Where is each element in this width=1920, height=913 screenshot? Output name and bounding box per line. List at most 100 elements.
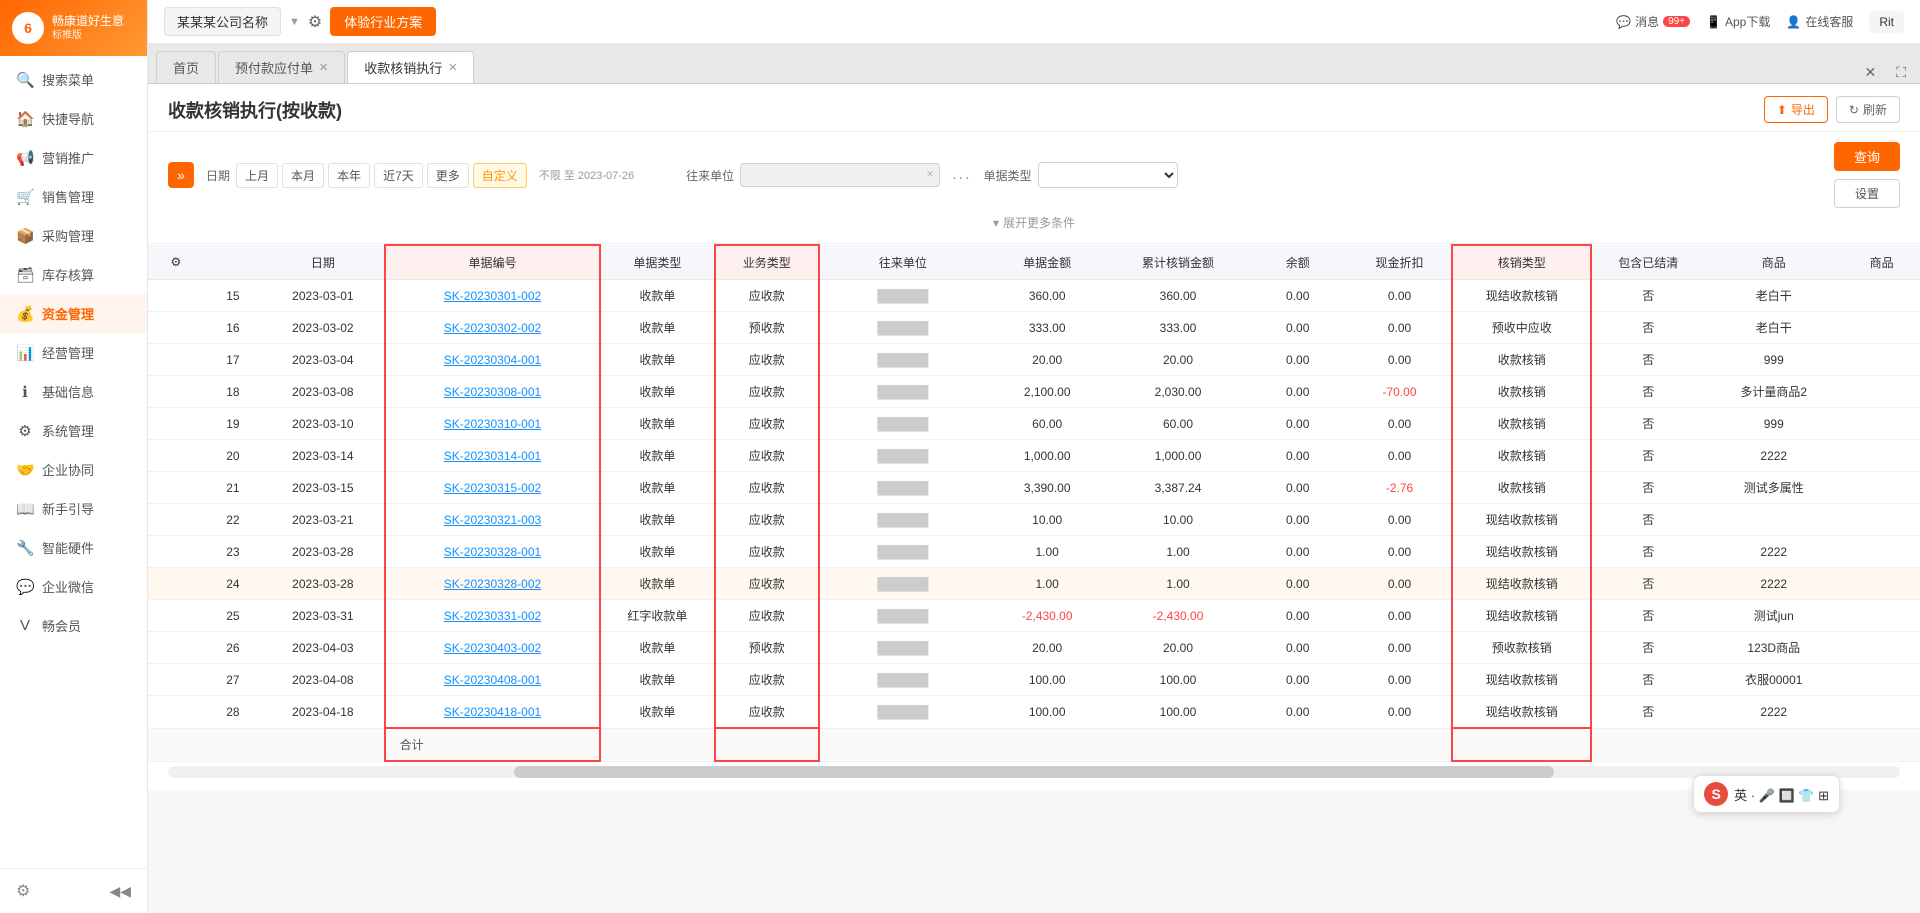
sidebar-item-quicknav[interactable]: 🏠 快捷导航 xyxy=(0,99,147,138)
td-partner: ██████ xyxy=(819,632,986,664)
td-singleno[interactable]: SK-20230418-001 xyxy=(385,696,601,729)
voucher-type-select[interactable] xyxy=(1038,162,1178,188)
sidebar-item-operations[interactable]: 📊 经营管理 xyxy=(0,333,147,372)
td-goods: 老白干 xyxy=(1704,312,1843,344)
tab-close-all[interactable]: ✕ xyxy=(1858,62,1882,83)
table-row: 212023-03-15SK-20230315-002收款单应收款██████3… xyxy=(148,472,1920,504)
singleno-link[interactable]: SK-20230314-001 xyxy=(444,449,541,463)
tab-receipt-close[interactable]: ✕ xyxy=(448,61,457,74)
date-btn-this-month[interactable]: 本月 xyxy=(282,163,324,188)
td-singleno[interactable]: SK-20230403-002 xyxy=(385,632,601,664)
tab-prepay[interactable]: 预付款应付单 ✕ xyxy=(218,51,345,83)
date-btn-prev-month[interactable]: 上月 xyxy=(236,163,278,188)
td-singleno[interactable]: SK-20230328-002 xyxy=(385,568,601,600)
enterprise-icon: 🤝 xyxy=(16,461,34,479)
td-verifytype xyxy=(1452,728,1591,761)
td-cumverify: 2,030.00 xyxy=(1108,376,1247,408)
td-partner: ██████ xyxy=(819,664,986,696)
singleno-link[interactable]: SK-20230328-002 xyxy=(444,577,541,591)
sidebar-item-finance[interactable]: 💰 资金管理 xyxy=(0,294,147,333)
filter-dots[interactable]: ... xyxy=(952,166,971,184)
td-singletype: 收款单 xyxy=(600,664,714,696)
user-name[interactable]: Rit xyxy=(1869,11,1904,33)
sidebar-item-enterprise[interactable]: 🤝 企业协同 xyxy=(0,450,147,489)
company-name[interactable]: 某某某公司名称 xyxy=(164,7,281,36)
singleno-link[interactable]: SK-20230328-001 xyxy=(444,545,541,559)
partner-input[interactable] xyxy=(740,163,940,187)
singleno-link[interactable]: SK-20230408-001 xyxy=(444,673,541,687)
query-button[interactable]: 查询 xyxy=(1834,142,1900,171)
singleno-link[interactable]: SK-20230403-002 xyxy=(444,641,541,655)
td-singleno[interactable]: SK-20230304-001 xyxy=(385,344,601,376)
dropdown-icon[interactable]: ▼ xyxy=(289,16,300,28)
td-goods2 xyxy=(1843,376,1920,408)
date-btn-custom[interactable]: 自定义 xyxy=(473,163,527,188)
app-download-item[interactable]: 📱 App下载 xyxy=(1706,13,1770,30)
sidebar-item-guide[interactable]: 📖 新手引导 xyxy=(0,489,147,528)
singleno-link[interactable]: SK-20230301-002 xyxy=(444,289,541,303)
singleno-link[interactable]: SK-20230418-001 xyxy=(444,705,541,719)
sidebar-item-sales[interactable]: 🛒 销售管理 xyxy=(0,177,147,216)
sidebar-item-purchase[interactable]: 📦 采购管理 xyxy=(0,216,147,255)
date-btn-more[interactable]: 更多 xyxy=(427,163,469,188)
td-singleno[interactable]: SK-20230302-002 xyxy=(385,312,601,344)
td-goods2 xyxy=(1843,344,1920,376)
expand-more-btn[interactable]: ▾ 展开更多条件 xyxy=(168,208,1900,233)
sidebar-item-label: 系统管理 xyxy=(42,421,94,440)
sidebar-item-basic[interactable]: ℹ 基础信息 xyxy=(0,372,147,411)
sidebar-item-marketing[interactable]: 📢 营销推广 xyxy=(0,138,147,177)
filter-settings-button[interactable]: 设置 xyxy=(1834,179,1900,208)
td-amount: 1,000.00 xyxy=(986,440,1108,472)
singleno-link[interactable]: SK-20230321-003 xyxy=(444,513,541,527)
topbar-settings-icon[interactable]: ⚙ xyxy=(308,12,322,32)
sidebar-settings-icon[interactable]: ⚙ xyxy=(16,881,30,901)
td-goods: 测试多属性 xyxy=(1704,472,1843,504)
experience-button[interactable]: 体验行业方案 xyxy=(330,7,436,36)
filter-expand-button[interactable]: » xyxy=(168,162,194,188)
tab-receipt[interactable]: 收款核销执行 ✕ xyxy=(347,51,474,83)
th-settings[interactable]: ⚙ xyxy=(148,245,204,280)
td-singleno[interactable]: SK-20230408-001 xyxy=(385,664,601,696)
singleno-link[interactable]: SK-20230331-002 xyxy=(444,609,541,623)
td-singleno[interactable]: SK-20230308-001 xyxy=(385,376,601,408)
singleno-link[interactable]: SK-20230310-001 xyxy=(444,417,541,431)
sidebar-item-search[interactable]: 🔍 搜索菜单 xyxy=(0,60,147,99)
th-amount: 单据金额 xyxy=(986,245,1108,280)
td-singleno[interactable]: SK-20230310-001 xyxy=(385,408,601,440)
tab-home[interactable]: 首页 xyxy=(156,51,216,83)
refresh-button[interactable]: ↻ 刷新 xyxy=(1836,96,1900,123)
horizontal-scrollbar[interactable] xyxy=(168,766,1900,778)
sidebar-item-wechat[interactable]: 💬 企业微信 xyxy=(0,567,147,606)
singleno-link[interactable]: SK-20230302-002 xyxy=(444,321,541,335)
td-singleno[interactable]: SK-20230331-002 xyxy=(385,600,601,632)
td-cumverify xyxy=(1108,728,1247,761)
sidebar-item-inventory[interactable]: 🗃 库存核算 xyxy=(0,255,147,294)
tab-maximize[interactable]: ⛶ xyxy=(1890,62,1912,83)
partner-clear-icon[interactable]: ✕ xyxy=(926,170,934,181)
tab-prepay-close[interactable]: ✕ xyxy=(319,61,328,74)
sidebar-item-hardware[interactable]: 🔧 智能硬件 xyxy=(0,528,147,567)
service-item[interactable]: 👤 在线客服 xyxy=(1786,13,1853,30)
topbar-title-area: 某某某公司名称 ▼ ⚙ 体验行业方案 xyxy=(164,7,1604,36)
sidebar-item-system[interactable]: ⚙ 系统管理 xyxy=(0,411,147,450)
sidebar-collapse-icon[interactable]: ◀◀ xyxy=(109,883,131,900)
td-singleno[interactable]: SK-20230301-002 xyxy=(385,280,601,312)
td-goods: 999 xyxy=(1704,344,1843,376)
td-goods: 2222 xyxy=(1704,696,1843,729)
td-verifytype: 收款核销 xyxy=(1452,440,1591,472)
sidebar-item-member[interactable]: V 畅会员 xyxy=(0,606,147,645)
date-btn-this-year[interactable]: 本年 xyxy=(328,163,370,188)
date-btn-7days[interactable]: 近7天 xyxy=(374,163,423,188)
singleno-link[interactable]: SK-20230315-002 xyxy=(444,481,541,495)
query-actions: 查询 设置 xyxy=(1834,142,1900,208)
export-button[interactable]: ⬆ 导出 xyxy=(1764,96,1828,123)
td-singleno[interactable]: SK-20230321-003 xyxy=(385,504,601,536)
sidebar-item-label: 新手引导 xyxy=(42,499,94,518)
td-singleno[interactable]: SK-20230315-002 xyxy=(385,472,601,504)
singleno-link[interactable]: SK-20230308-001 xyxy=(444,385,541,399)
td-singleno[interactable]: SK-20230314-001 xyxy=(385,440,601,472)
message-item[interactable]: 💬 消息 99+ xyxy=(1616,13,1690,30)
hscroll-thumb[interactable] xyxy=(514,766,1553,778)
singleno-link[interactable]: SK-20230304-001 xyxy=(444,353,541,367)
td-singleno[interactable]: SK-20230328-001 xyxy=(385,536,601,568)
